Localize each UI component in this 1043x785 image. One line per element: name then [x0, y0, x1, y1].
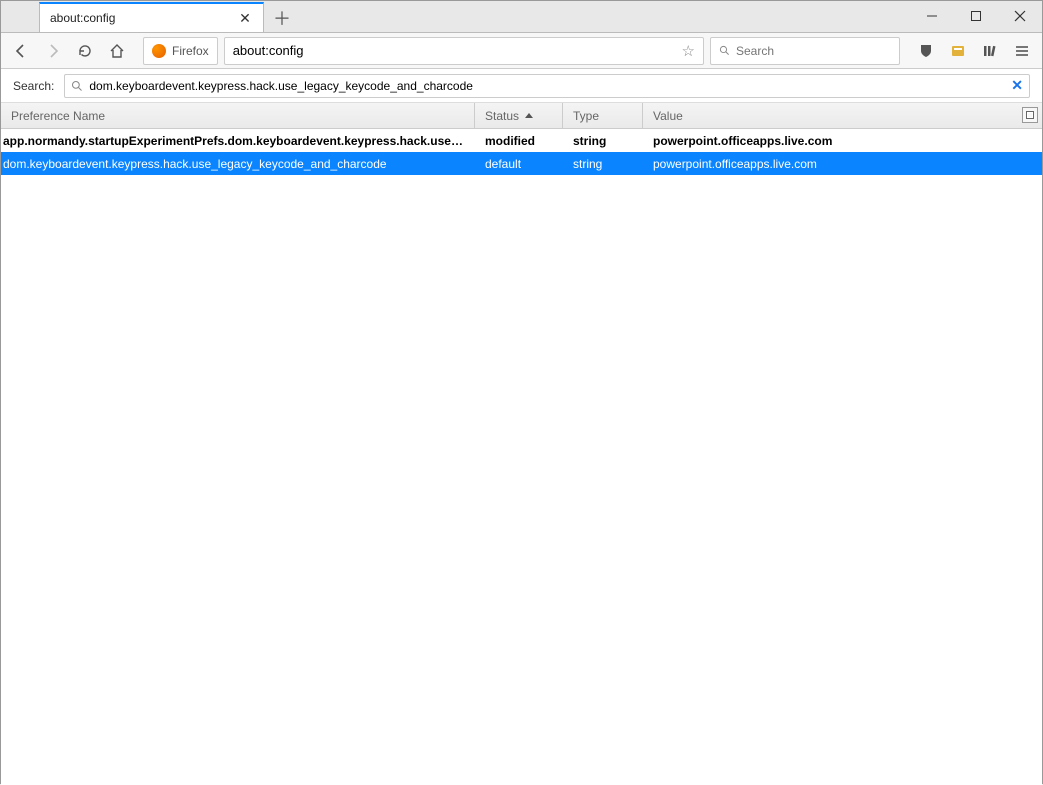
column-status-label: Status	[485, 109, 519, 123]
url-input[interactable]	[233, 43, 682, 58]
library-icon[interactable]	[976, 37, 1004, 65]
firefox-logo-icon	[152, 44, 166, 58]
column-type[interactable]: Type	[563, 103, 643, 128]
preference-rows: app.normandy.startupExperimentPrefs.dom.…	[1, 129, 1042, 785]
new-tab-button[interactable]: ＋	[268, 4, 296, 32]
cell-type: string	[563, 134, 643, 148]
column-status[interactable]: Status	[475, 103, 563, 128]
window-controls	[910, 1, 1042, 33]
bookmark-star-icon[interactable]: ☆	[682, 42, 695, 60]
sort-ascending-icon	[525, 113, 533, 118]
home-button[interactable]	[103, 37, 131, 65]
minimize-button[interactable]	[910, 1, 954, 31]
browser-tab[interactable]: about:config ✕	[39, 2, 264, 32]
close-tab-icon[interactable]: ✕	[237, 10, 253, 26]
cell-type: string	[563, 157, 643, 171]
ublock-icon[interactable]	[912, 37, 940, 65]
column-preference-name[interactable]: Preference Name	[1, 103, 475, 128]
search-icon	[71, 80, 83, 92]
addon-icon[interactable]	[944, 37, 972, 65]
maximize-button[interactable]	[954, 1, 998, 31]
config-search-label: Search:	[13, 79, 54, 93]
column-pref-label: Preference Name	[11, 109, 105, 123]
column-value[interactable]: Value	[643, 103, 1042, 128]
close-window-button[interactable]	[998, 1, 1042, 31]
navigation-toolbar: Firefox ☆	[1, 33, 1042, 69]
url-bar[interactable]: ☆	[224, 37, 704, 65]
reload-button[interactable]	[71, 37, 99, 65]
tab-title: about:config	[50, 11, 237, 25]
column-headers: Preference Name Status Type Value	[1, 103, 1042, 129]
identity-label: Firefox	[172, 44, 209, 58]
cell-value: powerpoint.officeapps.live.com	[643, 134, 1042, 148]
urlbar-container: Firefox ☆	[143, 37, 900, 65]
cell-preference-name: dom.keyboardevent.keypress.hack.use_lega…	[1, 157, 475, 171]
config-search-bar: Search: ✕	[1, 69, 1042, 103]
forward-button[interactable]	[39, 37, 67, 65]
clear-search-icon[interactable]: ✕	[1011, 77, 1023, 94]
tab-strip: about:config ✕ ＋	[1, 1, 1042, 33]
back-button[interactable]	[7, 37, 35, 65]
cell-value: powerpoint.officeapps.live.com	[643, 157, 1042, 171]
column-value-label: Value	[653, 109, 683, 123]
column-type-label: Type	[573, 109, 599, 123]
preference-row[interactable]: app.normandy.startupExperimentPrefs.dom.…	[1, 129, 1042, 152]
cell-status: modified	[475, 134, 563, 148]
cell-status: default	[475, 157, 563, 171]
config-search-input[interactable]	[89, 79, 1005, 93]
preference-row[interactable]: dom.keyboardevent.keypress.hack.use_lega…	[1, 152, 1042, 175]
identity-box[interactable]: Firefox	[143, 37, 218, 65]
search-bar[interactable]	[710, 37, 900, 65]
search-icon	[719, 44, 730, 57]
config-search-input-wrap[interactable]: ✕	[64, 74, 1030, 98]
search-input[interactable]	[736, 44, 891, 58]
cell-preference-name: app.normandy.startupExperimentPrefs.dom.…	[1, 134, 475, 148]
column-picker-icon[interactable]	[1022, 107, 1038, 123]
hamburger-menu-icon[interactable]	[1008, 37, 1036, 65]
